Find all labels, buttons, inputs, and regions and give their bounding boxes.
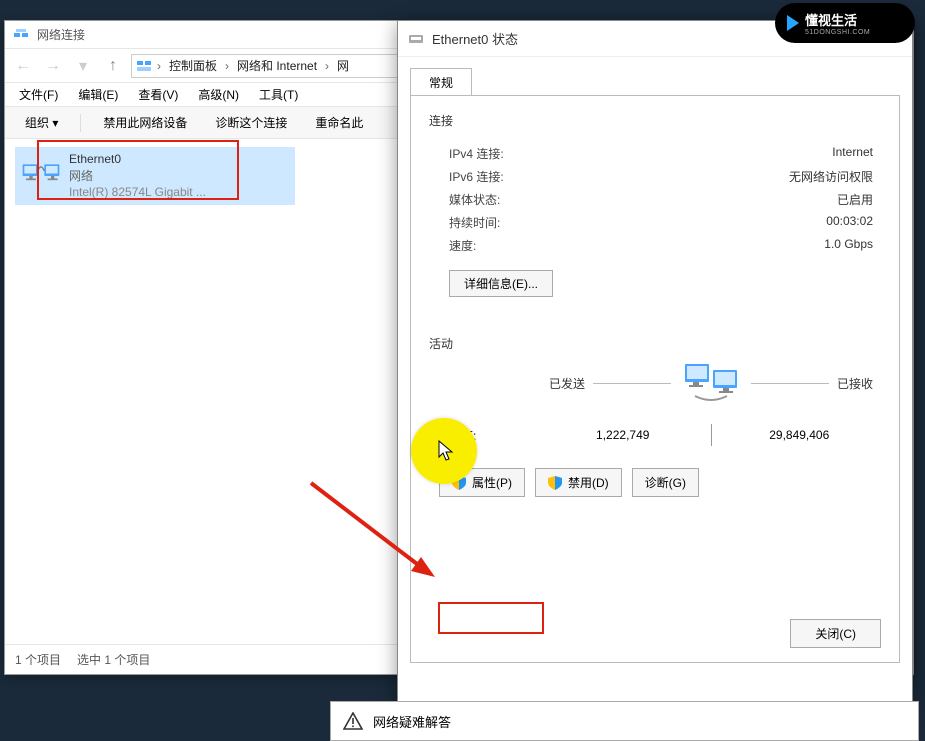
ethernet-icon: [408, 31, 424, 47]
dur-value: 00:03:02: [826, 214, 873, 231]
menu-file[interactable]: 文件(F): [11, 84, 66, 105]
rename-button[interactable]: 重命名此: [303, 111, 375, 134]
activity-computers-icon: [679, 360, 743, 406]
speed-key: 速度:: [449, 237, 476, 254]
play-icon: [787, 15, 799, 31]
status-item-count: 1 个项目: [15, 651, 61, 668]
breadcrumb-sep: ›: [222, 59, 232, 73]
row-ipv6: IPv6 连接: 无网络访问权限: [449, 168, 873, 185]
explorer-title-text: 网络连接: [37, 26, 85, 43]
tab-panel-general: 连接 IPv4 连接: Internet IPv6 连接: 无网络访问权限 媒体…: [410, 95, 900, 663]
nav-back-button[interactable]: ←: [11, 54, 35, 78]
toolbar-separator: [80, 114, 81, 132]
row-duration: 持续时间: 00:03:02: [449, 214, 873, 231]
shield-icon: [548, 476, 562, 490]
ethernet-status-dialog: Ethernet0 状态 ✕ 常规 连接 IPv4 连接: Internet I…: [397, 20, 913, 708]
bytes-sent-value: 1,222,749: [549, 428, 697, 442]
highlight-box-properties: [438, 602, 544, 634]
network-connections-icon: [13, 27, 29, 43]
recv-label: 已接收: [837, 375, 873, 392]
adapter-ethernet0[interactable]: Ethernet0 网络 Intel(R) 82574L Gigabit ...: [15, 147, 295, 205]
adapter-labels: Ethernet0 网络 Intel(R) 82574L Gigabit ...: [69, 151, 206, 201]
row-ipv4: IPv4 连接: Internet: [449, 145, 873, 162]
diagnose-button-label: 诊断(G): [645, 474, 686, 491]
troubleshoot-bar[interactable]: 网络疑难解答: [330, 701, 919, 741]
tab-host: 常规 连接 IPv4 连接: Internet IPv6 连接: 无网络访问权限…: [398, 57, 912, 663]
adapter-status: 网络: [69, 168, 206, 185]
row-speed: 速度: 1.0 Gbps: [449, 237, 873, 254]
nav-recent-button[interactable]: ▾: [71, 54, 95, 78]
details-button[interactable]: 详细信息(E)...: [449, 270, 553, 297]
bytes-recv-value: 29,849,406: [726, 428, 874, 442]
organize-button[interactable]: 组织 ▾: [13, 111, 70, 134]
activity-group-label: 活动: [429, 335, 881, 352]
ipv4-key: IPv4 连接:: [449, 145, 504, 162]
media-value: 已启用: [837, 191, 873, 208]
menu-edit[interactable]: 编辑(E): [70, 84, 126, 105]
breadcrumb-sep: ›: [322, 59, 332, 73]
menu-tools[interactable]: 工具(T): [251, 84, 306, 105]
diagnose-button[interactable]: 诊断(G): [632, 468, 699, 497]
activity-dash: [751, 383, 829, 384]
disable-button-label: 禁用(D): [568, 474, 609, 491]
activity-dash: [593, 383, 671, 384]
row-media: 媒体状态: 已启用: [449, 191, 873, 208]
brand-sub: 51DONGSHI.COM: [805, 29, 870, 36]
adapter-desc: Intel(R) 82574L Gigabit ...: [69, 184, 206, 201]
breadcrumb-seg[interactable]: 控制面板: [166, 57, 220, 74]
troubleshoot-label: 网络疑难解答: [373, 712, 451, 731]
sent-label: 已发送: [549, 375, 585, 392]
cursor-icon: [438, 440, 454, 462]
close-button[interactable]: 关闭(C): [790, 619, 881, 648]
menu-advanced[interactable]: 高级(N): [190, 84, 247, 105]
nav-forward-button[interactable]: →: [41, 54, 65, 78]
breadcrumb-seg[interactable]: 网络和 Internet: [234, 57, 320, 74]
warning-icon: [343, 712, 363, 730]
disable-button[interactable]: 禁用(D): [535, 468, 622, 497]
dur-key: 持续时间:: [449, 214, 500, 231]
diagnose-connection-button[interactable]: 诊断这个连接: [203, 111, 299, 134]
connection-group-label: 连接: [429, 112, 881, 129]
disable-device-button[interactable]: 禁用此网络设备: [91, 111, 199, 134]
properties-button-label: 属性(P): [472, 474, 512, 491]
tab-general[interactable]: 常规: [410, 68, 472, 96]
ipv6-key: IPv6 连接:: [449, 168, 504, 185]
nav-up-button[interactable]: ↑: [101, 54, 125, 78]
watermark-badge: 懂视生活 51DONGSHI.COM: [775, 3, 915, 43]
adapter-name: Ethernet0: [69, 151, 206, 168]
menu-view[interactable]: 查看(V): [130, 84, 186, 105]
ipv6-value: 无网络访问权限: [789, 168, 873, 185]
ipv4-value: Internet: [832, 145, 873, 162]
network-adapter-icon: [21, 156, 61, 196]
speed-value: 1.0 Gbps: [824, 237, 873, 254]
status-selected-count: 选中 1 个项目: [77, 651, 150, 668]
breadcrumb-seg[interactable]: 网: [334, 57, 352, 74]
brand-name: 懂视生活: [805, 10, 870, 29]
breadcrumb-sep: ›: [154, 59, 164, 73]
media-key: 媒体状态:: [449, 191, 500, 208]
bytes-divider: [711, 424, 712, 446]
control-panel-icon: [136, 58, 152, 74]
